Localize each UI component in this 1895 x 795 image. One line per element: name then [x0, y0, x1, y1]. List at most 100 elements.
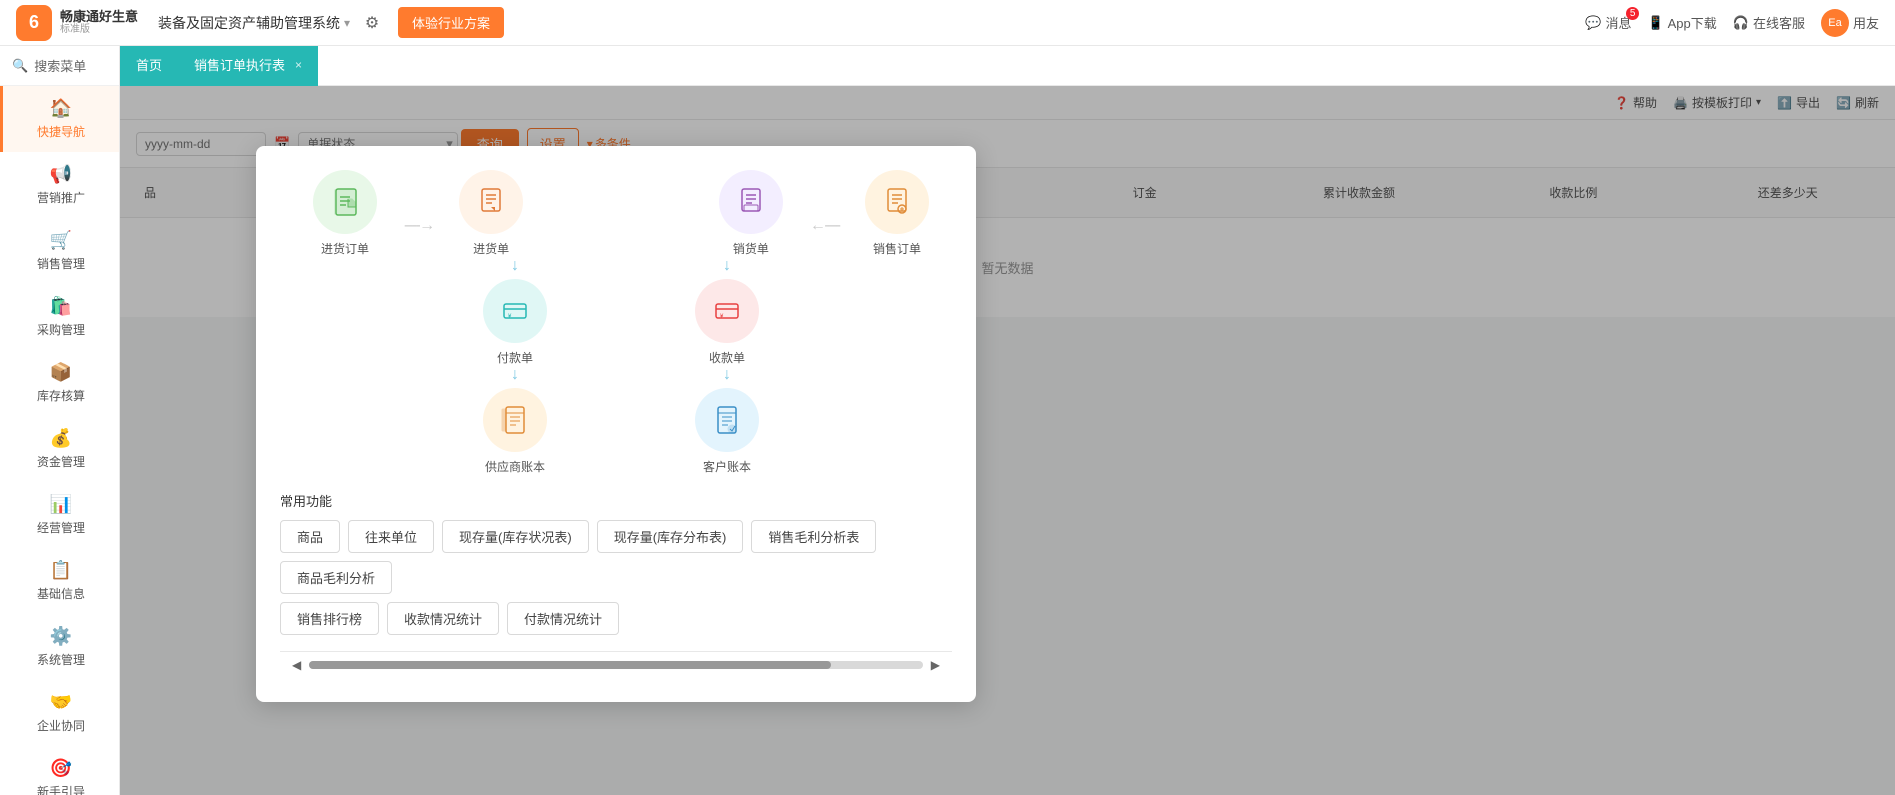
enterprise-icon: 🤝	[50, 692, 72, 713]
func-stock-status[interactable]: 现存量(库存状况表)	[442, 520, 589, 553]
avatar: Ea	[1821, 9, 1849, 37]
sidebar-item-quick-nav[interactable]: 🏠 快捷导航	[0, 86, 119, 152]
func-payment-stats[interactable]: 付款情况统计	[507, 602, 619, 635]
dropdown-arrow-icon[interactable]: ▾	[344, 16, 350, 30]
sidebar-item-operations[interactable]: 📊 经营管理	[0, 482, 119, 548]
sidebar-item-inventory[interactable]: 📦 库存核算	[0, 350, 119, 416]
operations-icon: 📊	[50, 494, 72, 515]
sidebar-item-label: 企业协同	[37, 717, 85, 734]
tab-home[interactable]: 首页	[120, 46, 178, 86]
sidebar-item-label: 系统管理	[37, 651, 85, 668]
sales-icon: 🛒	[50, 230, 72, 251]
sales-exec-tab-label: 销售订单执行表	[194, 55, 285, 74]
experience-button[interactable]: 体验行业方案	[398, 7, 504, 38]
sidebar-item-system[interactable]: ⚙️ 系统管理	[0, 614, 119, 680]
sidebar-item-label: 采购管理	[37, 321, 85, 338]
scrollbar-thumb[interactable]	[309, 661, 831, 669]
home-icon: 🏠	[50, 98, 72, 119]
arrow-down-sales: ↓	[723, 257, 731, 275]
sidebar-item-label: 资金管理	[37, 453, 85, 470]
func-stock-dist[interactable]: 现存量(库存分布表)	[597, 520, 744, 553]
svg-text:¥: ¥	[720, 314, 724, 320]
sidebar-item-label: 库存核算	[37, 387, 85, 404]
sales-bill-label: 销货单	[733, 240, 769, 257]
flow-item-customer-ledger[interactable]: 客户账本	[672, 388, 782, 475]
flow-item-payment[interactable]: ¥ 付款单	[460, 279, 570, 366]
flow-item-sales-bill[interactable]: 销货单	[696, 170, 806, 257]
window-close-icon[interactable]: ✕	[1871, 57, 1883, 73]
func-goods[interactable]: 商品	[280, 520, 340, 553]
sidebar-item-basics[interactable]: 📋 基础信息	[0, 548, 119, 614]
flow-item-sales-order[interactable]: 销售订单	[842, 170, 952, 257]
sidebar-item-label: 经营管理	[37, 519, 85, 536]
receipt-label: 收款单	[709, 349, 745, 366]
scrollbar-track-container	[309, 661, 923, 669]
flow-item-purchase-order[interactable]: 进货订单	[290, 170, 400, 257]
func-goods-profit[interactable]: 商品毛利分析	[280, 561, 392, 594]
app-download-label: App下载	[1668, 13, 1717, 32]
arrow-so-to-sb: ← - - - -	[806, 217, 842, 235]
sidebar-item-label: 营销推广	[37, 189, 85, 206]
sidebar-item-marketing[interactable]: 📢 营销推广	[0, 152, 119, 218]
home-tab-label: 首页	[136, 55, 162, 74]
sidebar-item-label: 快捷导航	[37, 123, 85, 140]
supplier-ledger-icon	[483, 388, 547, 452]
customer-ledger-label: 客户账本	[703, 458, 751, 475]
tabs-bar: 首页 销售订单执行表 × ✕	[120, 46, 1895, 86]
sidebar-item-purchase[interactable]: 🛍️ 采购管理	[0, 284, 119, 350]
online-service-button[interactable]: 🎧 在线客服	[1733, 13, 1805, 32]
customer-ledger-icon	[695, 388, 759, 452]
top-right-actions: 💬 消息 5 📱 App下载 🎧 在线客服 Ea 用友	[1585, 9, 1879, 37]
tab-close-icon[interactable]: ×	[295, 58, 302, 72]
arrow-down-receipt: ↓	[723, 366, 731, 384]
sales-bill-icon	[719, 170, 783, 234]
scrollbar-area: ◀ ▶	[280, 651, 952, 678]
online-service-label: 在线客服	[1753, 13, 1805, 32]
purchase-order-label: 进货订单	[321, 240, 369, 257]
sidebar-item-sales[interactable]: 🛒 销售管理	[0, 218, 119, 284]
scroll-nav: ◀ ▶	[288, 656, 944, 674]
logo-main: 畅康通好生意	[60, 9, 138, 25]
scroll-left-arrow[interactable]: ◀	[288, 656, 305, 674]
flow-item-purchase-bill[interactable]: 进货单	[436, 170, 546, 257]
sidebar-item-finance[interactable]: 💰 资金管理	[0, 416, 119, 482]
overlay[interactable]: 进货订单 - - - - →	[120, 86, 1895, 795]
system-icon: ⚙️	[50, 626, 72, 647]
sidebar-item-label: 销售管理	[37, 255, 85, 272]
app-download-button[interactable]: 📱 App下载	[1647, 13, 1716, 32]
arrow-po-to-pb: - - - - →	[400, 217, 436, 235]
svg-text:¥: ¥	[508, 314, 512, 320]
user-name: 用友	[1853, 13, 1879, 32]
func-sales-ranking[interactable]: 销售排行榜	[280, 602, 379, 635]
purchase-order-icon	[313, 170, 377, 234]
flow-item-receipt[interactable]: ¥ 收款单	[672, 279, 782, 366]
tabs-close-all[interactable]: ✕	[1871, 57, 1883, 74]
func-counterparty[interactable]: 往来单位	[348, 520, 434, 553]
user-profile[interactable]: Ea 用友	[1821, 9, 1879, 37]
sidebar-search[interactable]: 🔍 搜索菜单	[0, 46, 119, 86]
sidebar-item-enterprise[interactable]: 🤝 企业协同	[0, 680, 119, 746]
func-sales-profit[interactable]: 销售毛利分析表	[751, 520, 876, 553]
scrollbar-track	[309, 661, 923, 669]
sidebar-item-newbie[interactable]: 🎯 新手引导	[0, 746, 119, 795]
message-icon: 💬	[1585, 15, 1601, 31]
sales-order-icon	[865, 170, 929, 234]
tab-sales-exec[interactable]: 销售订单执行表 ×	[178, 46, 318, 86]
flow-item-supplier-ledger[interactable]: 供应商账本	[460, 388, 570, 475]
logo-area: 6 畅康通好生意 标准版	[16, 5, 138, 41]
purchase-icon: 🛍️	[50, 296, 72, 317]
headset-icon: 🎧	[1733, 15, 1749, 31]
payment-icon: ¥	[483, 279, 547, 343]
scroll-right-arrow[interactable]: ▶	[927, 656, 944, 674]
message-button[interactable]: 💬 消息 5	[1585, 13, 1631, 32]
marketing-icon: 📢	[50, 164, 72, 185]
quick-nav-popup: 进货订单 - - - - →	[256, 146, 976, 702]
functions-buttons: 商品 往来单位 现存量(库存状况表) 现存量(库存分布表) 销售毛利分析表 商品…	[280, 520, 952, 594]
functions-title: 常用功能	[280, 491, 952, 510]
functions-buttons-row2: 销售排行榜 收款情况统计 付款情况统计	[280, 602, 952, 635]
func-receipt-stats[interactable]: 收款情况统计	[387, 602, 499, 635]
inventory-icon: 📦	[50, 362, 72, 383]
phone-icon: 📱	[1647, 15, 1663, 31]
sidebar-search-label: 搜索菜单	[34, 56, 86, 75]
gear-button[interactable]: ⚙	[358, 9, 386, 37]
